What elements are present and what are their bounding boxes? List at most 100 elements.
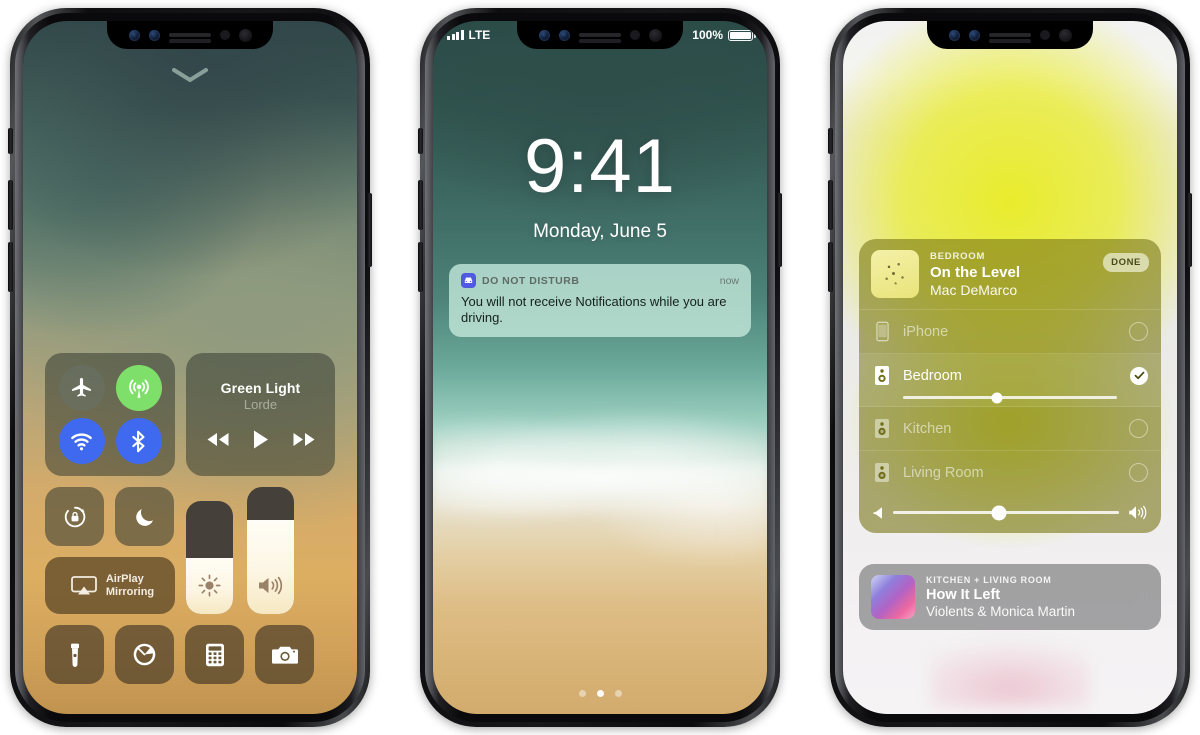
dot-projector-icon — [1058, 28, 1072, 42]
notification-body: You will not receive Notifications while… — [461, 294, 727, 325]
device-radio[interactable] — [1129, 322, 1148, 341]
phone-control-center: Green Light Lorde AirPlay Mirroring — [8, 8, 372, 727]
battery-icon — [728, 29, 756, 41]
phone-screen: BEDROOM On the Level Mac DeMarco DONE iP… — [843, 21, 1177, 714]
cellular-data-toggle[interactable] — [115, 364, 162, 411]
carrier-label: LTE — [468, 28, 491, 42]
earpiece-speaker-icon — [578, 33, 621, 37]
notification-app-name: DO NOT DISTURB — [482, 274, 580, 287]
notch — [517, 21, 683, 49]
bluetooth-toggle[interactable] — [115, 418, 162, 465]
proximity-sensor-icon — [1039, 30, 1050, 40]
lock-screen-date: Monday, June 5 — [533, 221, 667, 242]
master-volume-control[interactable] — [859, 494, 1161, 533]
device-row-iphone[interactable]: iPhone — [859, 310, 1161, 354]
volume-down-button[interactable] — [418, 242, 423, 292]
airplane-mode-toggle[interactable] — [58, 364, 105, 411]
second-now-playing-card[interactable]: KITCHEN + LIVING ROOM How It Left Violen… — [859, 564, 1161, 630]
cellular-antenna-icon — [128, 379, 149, 398]
airplay-icon — [70, 575, 97, 594]
phone-airplay-screen: BEDROOM On the Level Mac DeMarco DONE iP… — [828, 8, 1192, 727]
camera-button[interactable] — [255, 625, 314, 684]
silent-switch[interactable] — [418, 128, 423, 154]
now-playing-title: On the Level — [930, 263, 1021, 281]
fast-forward-icon[interactable] — [292, 431, 316, 448]
device-radio[interactable] — [1129, 419, 1148, 438]
done-button[interactable]: DONE — [1103, 253, 1149, 272]
device-row-living-room[interactable]: Living Room — [859, 451, 1161, 494]
master-volume-slider[interactable] — [893, 505, 1119, 520]
airplane-icon — [72, 378, 91, 397]
volume-up-button[interactable] — [828, 180, 833, 230]
calculator-button[interactable] — [185, 625, 244, 684]
volume-down-button[interactable] — [828, 242, 833, 292]
bluetooth-icon — [132, 430, 145, 453]
page-dot-active[interactable] — [596, 690, 604, 697]
notification-banner[interactable]: DO NOT DISTURB now You will not receive … — [449, 264, 751, 337]
device-radio[interactable] — [1129, 463, 1148, 482]
phone-lock-screen: LTE 100% 9:41 Monday, June 5 DO NOT DIST… — [418, 8, 782, 727]
airplay-mirroring-button[interactable]: AirPlay Mirroring — [45, 557, 175, 614]
notification-time: now — [719, 274, 739, 287]
dot-projector-icon — [238, 28, 252, 42]
proximity-sensor-icon — [629, 30, 640, 40]
page-dot[interactable] — [614, 690, 622, 697]
earpiece-speaker-icon — [168, 33, 211, 37]
rewind-icon[interactable] — [206, 431, 230, 448]
power-button[interactable] — [1187, 193, 1192, 267]
connectivity-module — [45, 353, 175, 476]
proximity-sensor-icon — [219, 30, 230, 40]
earpiece-speaker-icon — [988, 33, 1031, 37]
wifi-toggle[interactable] — [58, 418, 105, 465]
device-name: Kitchen — [903, 420, 952, 437]
flashlight-button[interactable] — [45, 625, 104, 684]
power-button[interactable] — [777, 193, 782, 267]
device-name: iPhone — [903, 323, 949, 340]
volume-down-button[interactable] — [8, 242, 13, 292]
now-playing-title: Green Light — [220, 379, 301, 396]
volume-slider[interactable] — [247, 487, 294, 614]
now-playing-header: BEDROOM On the Level Mac DeMarco DONE — [859, 239, 1161, 309]
brightness-slider[interactable] — [186, 501, 233, 614]
speaker-waves-icon — [258, 576, 282, 595]
wallpaper-foam — [433, 464, 767, 527]
now-playing-module: Green Light Lorde — [186, 353, 335, 476]
second-card-title: How It Left — [926, 587, 1001, 603]
camera-icon — [271, 646, 298, 664]
volume-up-button[interactable] — [8, 180, 13, 230]
device-list: iPhone Bedroom Kitchen Living Room — [859, 309, 1161, 494]
airplay-label-line2: Mirroring — [105, 585, 155, 598]
front-camera-icon — [948, 29, 960, 41]
play-icon[interactable] — [252, 429, 270, 450]
speaker-icon — [872, 365, 892, 386]
speaker-high-icon — [1129, 505, 1147, 520]
phone-screen: Green Light Lorde AirPlay Mirroring — [23, 21, 357, 714]
check-icon — [1134, 371, 1144, 380]
device-row-kitchen[interactable]: Kitchen — [859, 407, 1161, 451]
silent-switch[interactable] — [828, 128, 833, 154]
device-volume-slider[interactable] — [903, 392, 1117, 403]
device-name: Living Room — [903, 464, 984, 481]
phone-screen: LTE 100% 9:41 Monday, June 5 DO NOT DIST… — [433, 21, 767, 714]
page-dot[interactable] — [578, 690, 586, 697]
ir-camera-icon — [968, 29, 980, 41]
power-button[interactable] — [367, 193, 372, 267]
flashlight-icon — [70, 643, 79, 667]
control-center-grid: Green Light Lorde AirPlay Mirroring — [45, 353, 335, 684]
device-row-bedroom[interactable]: Bedroom — [859, 354, 1161, 407]
silent-switch[interactable] — [8, 128, 13, 154]
airplay-label-line1: AirPlay — [105, 572, 144, 585]
timer-button[interactable] — [115, 625, 174, 684]
front-camera-icon — [538, 29, 550, 41]
device-selected-check[interactable] — [1130, 366, 1148, 385]
ir-camera-icon — [148, 29, 160, 41]
speaker-icon — [872, 462, 892, 483]
chevron-down-icon[interactable] — [171, 67, 209, 83]
do-not-disturb-toggle[interactable] — [115, 487, 174, 546]
calculator-icon — [205, 643, 224, 666]
lock-screen-time: 9:41 — [524, 124, 676, 209]
volume-up-button[interactable] — [418, 180, 423, 230]
notch — [927, 21, 1093, 49]
rotation-lock-icon — [64, 506, 85, 527]
rotation-lock-toggle[interactable] — [45, 487, 104, 546]
